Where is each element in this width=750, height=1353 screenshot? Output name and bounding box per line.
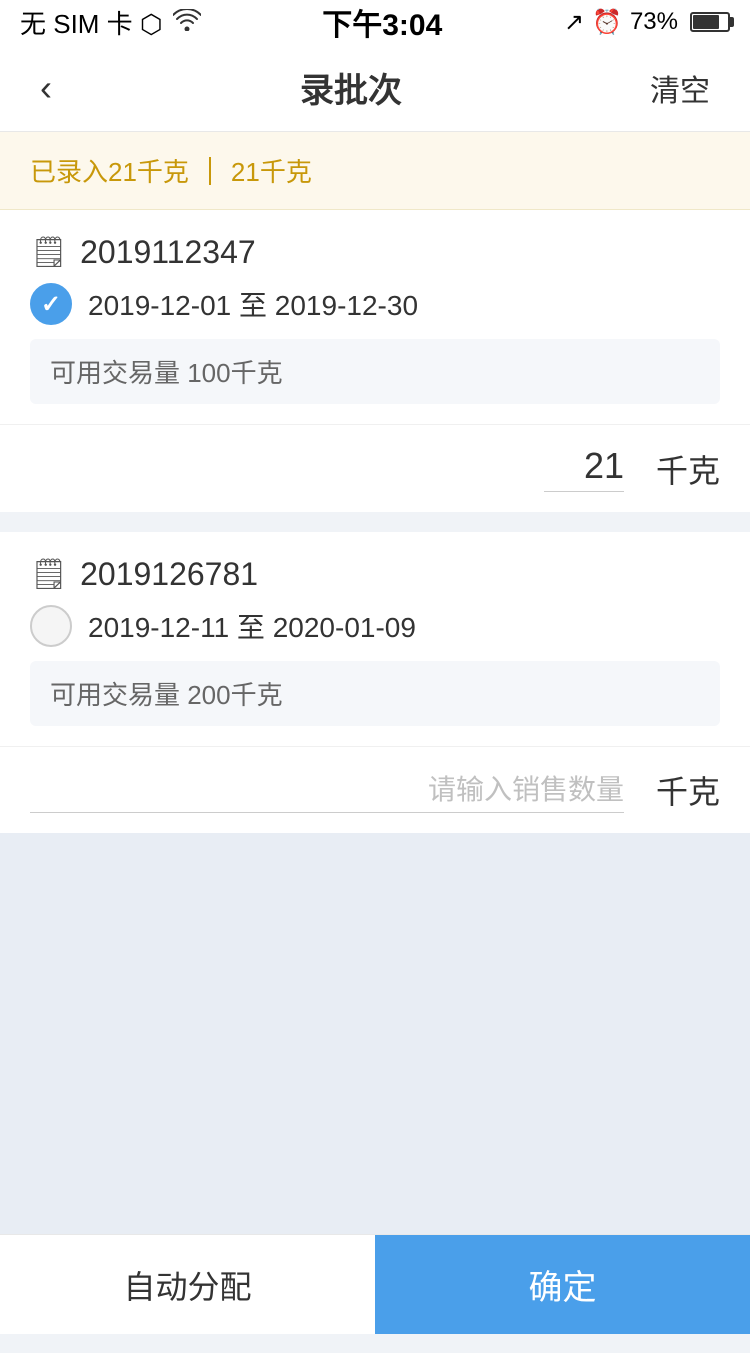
summary-divider — [209, 157, 211, 185]
batch-1-quantity-value[interactable]: 21 — [544, 445, 624, 487]
section-separator-1 — [0, 512, 750, 532]
batch-1-id: 2019112347 — [80, 234, 256, 271]
summary-label: 已录入21千克 — [30, 152, 189, 189]
doc-icon-2: 🗒 — [30, 557, 68, 592]
batch-2-availability: 可用交易量 200千克 — [30, 661, 720, 726]
batch-1-unit: 千克 — [656, 446, 720, 492]
battery-icon — [690, 12, 730, 32]
batch-1-header: 🗒 2019112347 — [30, 234, 720, 271]
back-button[interactable]: ‹ — [30, 57, 62, 119]
batch-1-radio[interactable]: ✓ — [30, 283, 72, 325]
batch-2-radio[interactable] — [30, 605, 72, 647]
location-icon: ↗ — [564, 8, 584, 37]
batch-card-1: 🗒 2019112347 ✓ 2019-12-01 至 2019-12-30 可… — [0, 210, 750, 512]
bottom-buttons: 自动分配 确定 — [0, 1234, 750, 1334]
batch-2-unit: 千克 — [656, 767, 720, 813]
nav-bar: ‹ 录批次 清空 — [0, 44, 750, 132]
alarm-icon: ⏰ — [592, 8, 622, 37]
empty-area — [0, 833, 750, 1253]
batch-1-date-row: ✓ 2019-12-01 至 2019-12-30 — [30, 283, 720, 325]
sim-status: 无 SIM 卡 ⬡ — [20, 4, 163, 41]
batch-2-quantity-row: 请输入销售数量 千克 — [0, 746, 750, 833]
status-bar: 无 SIM 卡 ⬡ 下午3:04 ↗ ⏰ 73% — [0, 0, 750, 44]
status-left: 无 SIM 卡 ⬡ — [20, 4, 201, 41]
clear-button[interactable]: 清空 — [640, 56, 720, 120]
batch-1-availability: 可用交易量 100千克 — [30, 339, 720, 404]
main-content: 🗒 2019112347 ✓ 2019-12-01 至 2019-12-30 可… — [0, 210, 750, 1353]
summary-amount: 21千克 — [231, 152, 312, 189]
batch-2-quantity-placeholder[interactable]: 请输入销售数量 — [428, 768, 624, 808]
batch-2-quantity-underline: 请输入销售数量 — [30, 768, 624, 813]
batch-2-date-row: 2019-12-11 至 2020-01-09 — [30, 605, 720, 647]
batch-1-date: 2019-12-01 至 2019-12-30 — [88, 284, 418, 324]
check-icon: ✓ — [41, 290, 61, 319]
status-time: 下午3:04 — [322, 0, 442, 44]
batch-card-2: 🗒 2019126781 2019-12-11 至 2020-01-09 可用交… — [0, 532, 750, 833]
battery-percent: 73% — [630, 8, 678, 36]
status-right: ↗ ⏰ 73% — [564, 8, 730, 37]
batch-1-quantity-row: 21 千克 — [0, 424, 750, 512]
confirm-button[interactable]: 确定 — [375, 1235, 750, 1334]
auto-distribute-button[interactable]: 自动分配 — [0, 1235, 375, 1334]
summary-banner: 已录入21千克 21千克 — [0, 132, 750, 210]
page-title: 录批次 — [300, 63, 402, 112]
batch-2-id: 2019126781 — [80, 556, 258, 593]
batch-1-quantity-underline: 21 — [544, 445, 624, 492]
batch-2-date: 2019-12-11 至 2020-01-09 — [88, 606, 416, 646]
doc-icon-1: 🗒 — [30, 235, 68, 270]
batch-2-header: 🗒 2019126781 — [30, 556, 720, 593]
wifi-icon — [173, 7, 201, 38]
